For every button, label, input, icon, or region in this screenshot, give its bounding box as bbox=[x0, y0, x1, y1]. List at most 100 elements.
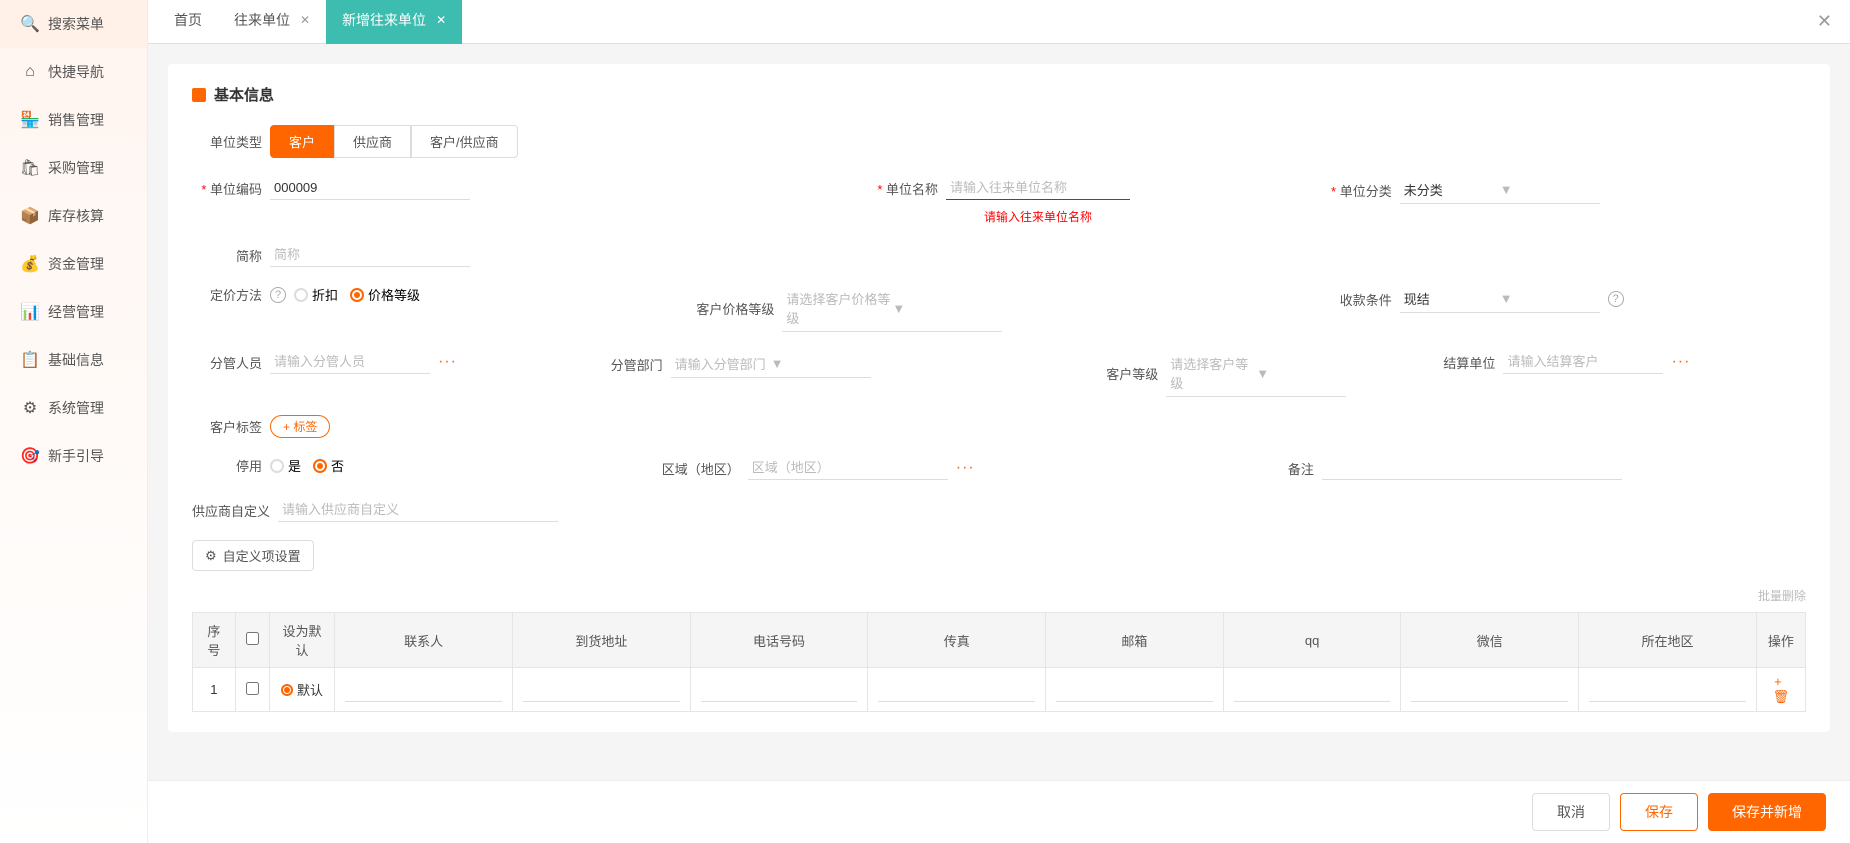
customer-level-chevron: ▼ bbox=[1256, 366, 1342, 381]
remark-input[interactable] bbox=[1322, 456, 1622, 480]
sidebar-item-label: 系统管理 bbox=[48, 398, 104, 418]
pricing-discount[interactable]: 折扣 bbox=[294, 285, 338, 304]
tab-units-close[interactable]: ✕ bbox=[300, 13, 310, 27]
sidebar-item-finance[interactable]: 💰 资金管理 bbox=[0, 240, 147, 288]
code-field: 单位编码 bbox=[192, 176, 676, 200]
unit-type-row: 单位类型 客户 供应商 客户/供应商 bbox=[192, 125, 1806, 158]
tab-new-unit[interactable]: 新增往来单位 ✕ bbox=[326, 0, 462, 44]
sidebar-item-basic[interactable]: 📋 基础信息 bbox=[0, 336, 147, 384]
row-email-input[interactable] bbox=[1056, 678, 1213, 702]
home-icon: ⌂ bbox=[20, 62, 40, 82]
row-region-input[interactable] bbox=[1589, 678, 1746, 702]
region-input[interactable] bbox=[748, 456, 948, 480]
close-all-tabs[interactable]: ✕ bbox=[1809, 11, 1840, 32]
price-level-field: 客户价格等级 请选择客户价格等级 ▼ bbox=[696, 285, 1301, 332]
sidebar: 🔍 搜索菜单 ⌂ 快捷导航 🏪 销售管理 🛍 采购管理 📦 库存核算 💰 资金管… bbox=[0, 0, 148, 843]
unit-btn-supplier[interactable]: 供应商 bbox=[334, 125, 411, 158]
manager-input[interactable] bbox=[270, 350, 430, 374]
sidebar-item-guide[interactable]: 🎯 新手引导 bbox=[0, 432, 147, 480]
price-level-select[interactable]: 请选择客户价格等级 ▼ bbox=[782, 285, 1002, 332]
short-name-input[interactable] bbox=[270, 243, 470, 267]
row-delete-button[interactable]: 🗑 bbox=[1773, 689, 1790, 704]
tab-new-unit-label: 新增往来单位 bbox=[342, 10, 426, 30]
tags-field: 客户标签 + 标签 bbox=[192, 415, 1806, 438]
add-tag-button[interactable]: + 标签 bbox=[270, 415, 330, 438]
code-name-category-row: 单位编码 单位名称 请输入往来单位名称 单位分类 bbox=[192, 176, 1806, 225]
table-row: 1 默认 bbox=[193, 668, 1806, 712]
row-region[interactable] bbox=[1579, 668, 1757, 712]
row-fax-input[interactable] bbox=[878, 678, 1035, 702]
disabled-yes-label: 是 bbox=[288, 456, 301, 475]
sidebar-item-quick-nav[interactable]: ⌂ 快捷导航 bbox=[0, 48, 147, 96]
guide-icon: 🎯 bbox=[20, 446, 40, 466]
customer-level-select[interactable]: 请选择客户等级 ▼ bbox=[1166, 350, 1346, 397]
tab-home[interactable]: 首页 bbox=[158, 0, 218, 44]
sidebar-item-system[interactable]: ⚙ 系统管理 bbox=[0, 384, 147, 432]
payment-select[interactable]: 现结 ▼ bbox=[1400, 285, 1600, 313]
row-fax[interactable] bbox=[868, 668, 1046, 712]
manager-dots[interactable]: ··· bbox=[438, 353, 457, 371]
tags-label: 客户标签 bbox=[192, 417, 262, 436]
row-phone[interactable] bbox=[690, 668, 868, 712]
unit-type-label: 单位类型 bbox=[192, 132, 262, 151]
row-qq-input[interactable] bbox=[1234, 678, 1391, 702]
settlement-dots[interactable]: ··· bbox=[1671, 353, 1690, 371]
name-input[interactable] bbox=[946, 176, 1130, 200]
th-qq: qq bbox=[1223, 613, 1401, 668]
sidebar-item-inventory[interactable]: 📦 库存核算 bbox=[0, 192, 147, 240]
unit-btn-both[interactable]: 客户/供应商 bbox=[411, 125, 518, 158]
row-wechat-input[interactable] bbox=[1411, 678, 1568, 702]
row-phone-input[interactable] bbox=[701, 678, 858, 702]
row-contact-input[interactable] bbox=[345, 678, 502, 702]
pricing-price-level[interactable]: 价格等级 bbox=[350, 285, 420, 304]
pricing-help-icon[interactable]: ? bbox=[270, 287, 286, 303]
payment-field: 收款条件 现结 ▼ ? bbox=[1322, 285, 1806, 313]
short-name-row: 简称 bbox=[192, 243, 1806, 267]
batch-delete-button[interactable]: 批量删除 bbox=[1758, 587, 1806, 604]
unit-btn-customer[interactable]: 客户 bbox=[270, 125, 334, 158]
code-input[interactable] bbox=[270, 176, 470, 200]
discount-radio bbox=[294, 288, 308, 302]
region-label: 区域（地区） bbox=[662, 459, 740, 478]
save-button[interactable]: 保存 bbox=[1620, 793, 1698, 831]
cancel-button[interactable]: 取消 bbox=[1532, 793, 1610, 831]
search-icon: 🔍 bbox=[20, 14, 40, 34]
disabled-yes[interactable]: 是 bbox=[270, 456, 301, 475]
sidebar-item-purchase[interactable]: 🛍 采购管理 bbox=[0, 144, 147, 192]
dept-select[interactable]: 请输入分管部门 ▼ bbox=[671, 350, 871, 378]
save-new-button[interactable]: 保存并新增 bbox=[1708, 793, 1826, 831]
row-default: 默认 bbox=[269, 668, 335, 712]
tab-units[interactable]: 往来单位 ✕ bbox=[218, 0, 326, 44]
disabled-no-label: 否 bbox=[331, 456, 344, 475]
settlement-input[interactable] bbox=[1503, 350, 1663, 374]
region-dots[interactable]: ··· bbox=[956, 459, 975, 477]
row-contact[interactable] bbox=[335, 668, 513, 712]
tab-new-unit-close[interactable]: ✕ bbox=[436, 13, 446, 27]
remark-field: 备注 bbox=[1244, 456, 1806, 480]
pricing-row: 定价方法 ? 折扣 价格等级 bbox=[192, 285, 1806, 332]
row-default-radio[interactable] bbox=[281, 684, 293, 696]
row-add-button[interactable]: + bbox=[1774, 674, 1782, 689]
row-address-input[interactable] bbox=[523, 678, 680, 702]
th-region: 所在地区 bbox=[1579, 613, 1757, 668]
custom-settings-button[interactable]: ⚙ 自定义项设置 bbox=[192, 540, 314, 571]
region-field: 区域（地区） ··· bbox=[662, 456, 1224, 480]
row-address[interactable] bbox=[513, 668, 691, 712]
price-level-select-label: 客户价格等级 bbox=[696, 299, 774, 318]
sidebar-item-sales[interactable]: 🏪 销售管理 bbox=[0, 96, 147, 144]
tab-bar: 首页 往来单位 ✕ 新增往来单位 ✕ ✕ bbox=[148, 0, 1850, 44]
payment-help-icon[interactable]: ? bbox=[1608, 291, 1624, 307]
sidebar-item-search[interactable]: 🔍 搜索菜单 bbox=[0, 0, 147, 48]
payment-value: 现结 bbox=[1404, 289, 1500, 308]
row-checkbox-input[interactable] bbox=[246, 682, 259, 695]
category-select[interactable]: 未分类 ▼ bbox=[1400, 176, 1600, 204]
disabled-no[interactable]: 否 bbox=[313, 456, 344, 475]
supplier-custom-input[interactable] bbox=[278, 498, 558, 522]
form-card: 基本信息 单位类型 客户 供应商 客户/供应商 bbox=[168, 64, 1830, 732]
row-wechat[interactable] bbox=[1401, 668, 1579, 712]
sidebar-item-operations[interactable]: 📊 经营管理 bbox=[0, 288, 147, 336]
row-qq[interactable] bbox=[1223, 668, 1401, 712]
supplier-custom-field: 供应商自定义 bbox=[192, 498, 1806, 522]
row-email[interactable] bbox=[1046, 668, 1224, 712]
select-all-checkbox[interactable] bbox=[246, 632, 259, 645]
